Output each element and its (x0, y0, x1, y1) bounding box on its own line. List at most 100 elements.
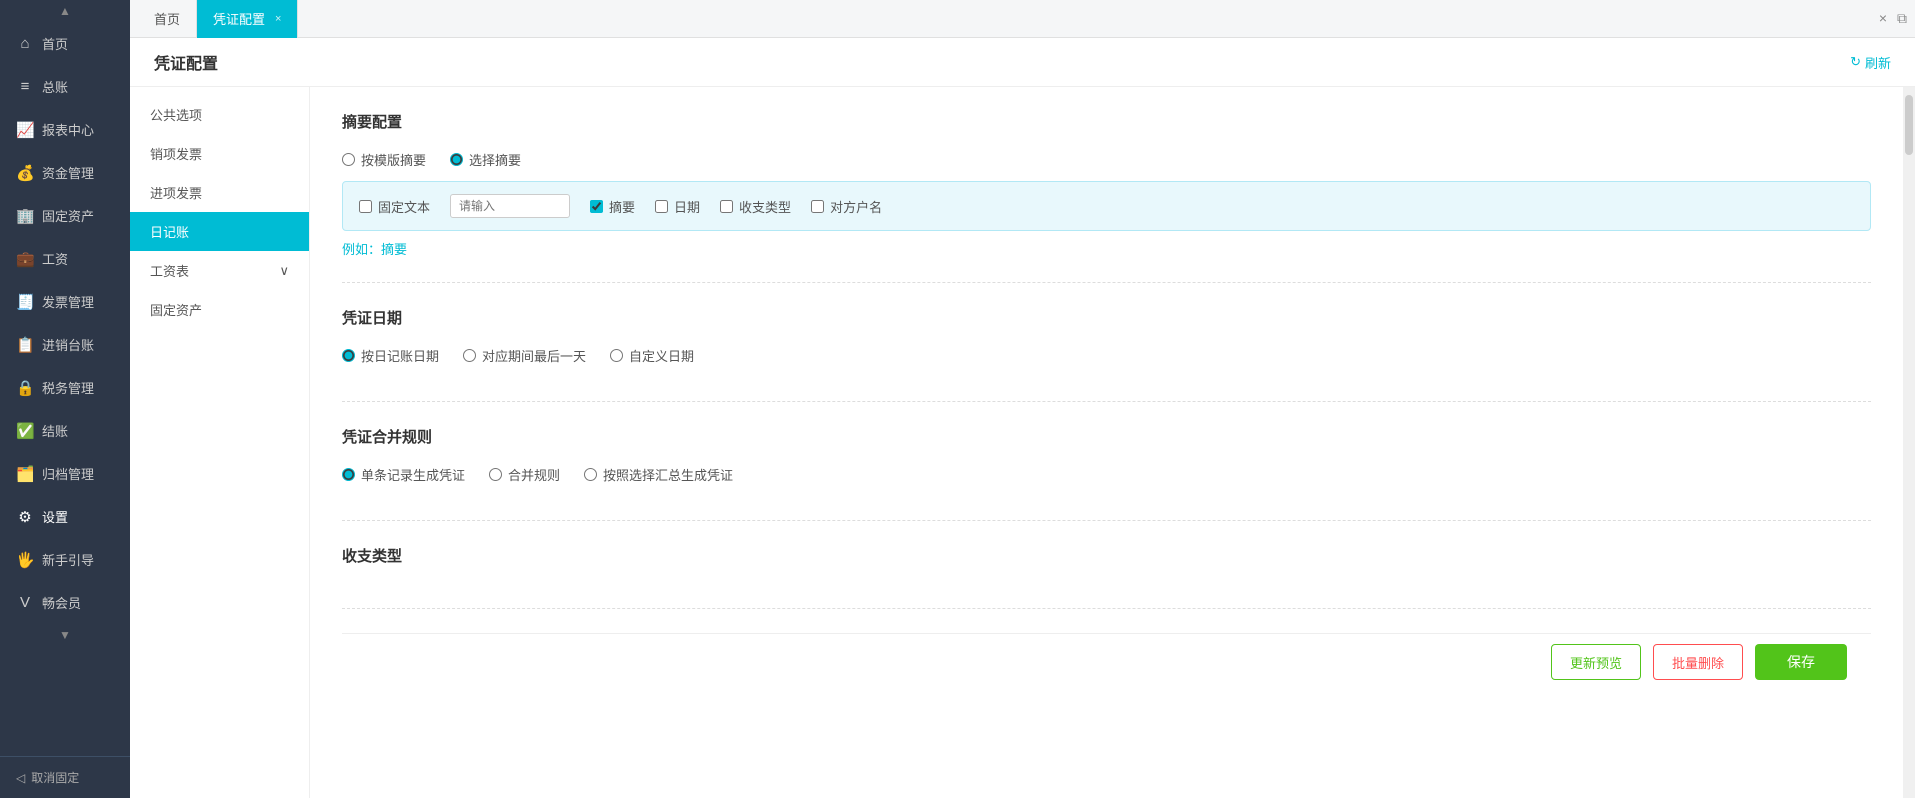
tabbar: 首页 凭证配置 × × ⧉ (130, 0, 1915, 38)
left-nav-item-journal[interactable]: 日记账 (130, 212, 309, 251)
sidebar-item-vip[interactable]: V 畅会员 (0, 581, 130, 624)
sidebar-item-settle[interactable]: ✅ 结账 (0, 409, 130, 452)
voucher-merge-radio-group: 单条记录生成凭证 合并规则 按照选择汇总生成凭证 (342, 465, 1871, 484)
left-nav-item-payroll-table[interactable]: 工资表 ∨ (130, 251, 309, 290)
fixed-text-checkbox[interactable] (359, 200, 372, 213)
tab-close-icon[interactable]: × (275, 13, 281, 25)
date-checkbox[interactable] (655, 200, 668, 213)
left-nav-item-sales-label: 销项发票 (150, 144, 202, 163)
income-type-checkbox[interactable] (720, 200, 733, 213)
sidebar-item-archive[interactable]: 🗂️ 归档管理 (0, 452, 130, 495)
voucher-date-section: 凭证日期 按日记账日期 对应期间最后一天 自定义日期 (342, 307, 1871, 402)
by-journal-date-label: 按日记账日期 (361, 346, 439, 365)
sidebar-item-label: 工资 (42, 249, 68, 268)
by-journal-date-option[interactable]: 按日记账日期 (342, 346, 439, 365)
sidebar-item-payroll[interactable]: 💼 工资 (0, 237, 130, 280)
sidebar-item-label: 报表中心 (42, 120, 94, 139)
sidebar-item-tax[interactable]: 🔒 税务管理 (0, 366, 130, 409)
sidebar-item-settings[interactable]: ⚙ 设置 (0, 495, 130, 538)
sidebar-item-guide[interactable]: 🖐 新手引导 (0, 538, 130, 581)
last-day-radio[interactable] (463, 349, 476, 362)
select-summary-label: 选择摘要 (469, 150, 521, 169)
settings-icon: ⚙ (16, 508, 34, 526)
sidebar-item-label: 归档管理 (42, 464, 94, 483)
summary-label: 摘要 (609, 197, 635, 216)
sidebar-item-label: 发票管理 (42, 292, 94, 311)
pin-icon: ◁ (16, 771, 25, 785)
window-close-icon[interactable]: × (1879, 10, 1887, 27)
ledger-icon: ≡ (16, 78, 34, 95)
select-merge-radio[interactable] (584, 468, 597, 481)
window-controls: × ⧉ (1879, 10, 1907, 27)
reports-icon: 📈 (16, 121, 34, 139)
refresh-button[interactable]: ↻ 刷新 (1850, 53, 1891, 72)
window-restore-icon[interactable]: ⧉ (1897, 10, 1907, 27)
left-nav-item-sales-invoice[interactable]: 销项发票 (130, 134, 309, 173)
fixed-text-option[interactable]: 固定文本 (359, 197, 430, 216)
left-nav-item-purchase-invoice[interactable]: 进项发票 (130, 173, 309, 212)
left-nav-item-purchase-label: 进项发票 (150, 183, 202, 202)
fixed-text-input[interactable] (450, 194, 570, 218)
sidebar-item-label: 资金管理 (42, 163, 94, 182)
sidebar-item-home[interactable]: ⌂ 首页 (0, 22, 130, 65)
invoice-icon: 🧾 (16, 293, 34, 311)
sidebar-scroll-down[interactable]: ▼ (0, 624, 130, 646)
update-preview-button[interactable]: 更新预览 (1551, 644, 1641, 680)
date-option[interactable]: 日期 (655, 197, 700, 216)
voucher-merge-title: 凭证合并规则 (342, 426, 1871, 447)
sidebar-item-label: 设置 (42, 507, 68, 526)
select-summary-option[interactable]: 选择摘要 (450, 150, 521, 169)
refresh-icon: ↻ (1850, 54, 1861, 70)
sidebar-item-reports[interactable]: 📈 报表中心 (0, 108, 130, 151)
last-day-option[interactable]: 对应期间最后一天 (463, 346, 586, 365)
tab-voucher-config[interactable]: 凭证配置 × (197, 0, 298, 38)
left-nav: 公共选项 销项发票 进项发票 日记账 工资表 ∨ 固定资产 (130, 87, 310, 798)
cancel-pin-button[interactable]: ◁ 取消固定 (0, 756, 130, 798)
voucher-merge-section: 凭证合并规则 单条记录生成凭证 合并规则 按照选择汇总生成凭证 (342, 426, 1871, 521)
summary-checkbox[interactable] (590, 200, 603, 213)
income-type-option[interactable]: 收支类型 (720, 197, 791, 216)
funds-icon: 💰 (16, 164, 34, 182)
counterpart-name-option[interactable]: 对方户名 (811, 197, 882, 216)
by-journal-date-radio[interactable] (342, 349, 355, 362)
template-summary-option[interactable]: 按模版摘要 (342, 150, 426, 169)
example-text: 例如：摘要 (342, 239, 1871, 258)
tab-home[interactable]: 首页 (138, 0, 197, 38)
custom-date-option[interactable]: 自定义日期 (610, 346, 694, 365)
bottom-toolbar: 更新预览 批量删除 保存 (342, 633, 1871, 690)
save-button[interactable]: 保存 (1755, 644, 1847, 680)
purchase-sales-icon: 📋 (16, 336, 34, 354)
sidebar-item-funds[interactable]: 💰 资金管理 (0, 151, 130, 194)
sidebar-item-purchase-sales[interactable]: 📋 进销台账 (0, 323, 130, 366)
summary-config-title: 摘要配置 (342, 111, 1871, 132)
select-merge-option[interactable]: 按照选择汇总生成凭证 (584, 465, 733, 484)
expand-icon: ∨ (279, 263, 289, 279)
cancel-pin-label: 取消固定 (31, 769, 79, 786)
template-summary-label: 按模版摘要 (361, 150, 426, 169)
sidebar-item-invoice[interactable]: 🧾 发票管理 (0, 280, 130, 323)
single-record-option[interactable]: 单条记录生成凭证 (342, 465, 465, 484)
batch-delete-button[interactable]: 批量删除 (1653, 644, 1743, 680)
single-record-radio[interactable] (342, 468, 355, 481)
summary-radio-group: 按模版摘要 选择摘要 (342, 150, 1871, 169)
sidebar-item-label: 首页 (42, 34, 68, 53)
page-header: 凭证配置 ↻ 刷新 (130, 38, 1915, 87)
summary-option[interactable]: 摘要 (590, 197, 635, 216)
select-summary-radio[interactable] (450, 153, 463, 166)
custom-date-radio[interactable] (610, 349, 623, 362)
left-nav-item-payroll-label: 工资表 (150, 261, 189, 280)
settle-icon: ✅ (16, 422, 34, 440)
vip-icon: V (16, 594, 34, 611)
sidebar-scroll-up[interactable]: ▲ (0, 0, 130, 22)
page-scrollbar[interactable] (1903, 87, 1915, 798)
sidebar-item-ledger[interactable]: ≡ 总账 (0, 65, 130, 108)
template-summary-radio[interactable] (342, 153, 355, 166)
left-nav-item-journal-label: 日记账 (150, 222, 189, 241)
income-type-label: 收支类型 (739, 197, 791, 216)
left-nav-item-fixed-asset[interactable]: 固定资产 (130, 290, 309, 329)
merge-rule-radio[interactable] (489, 468, 502, 481)
left-nav-item-public[interactable]: 公共选项 (130, 95, 309, 134)
sidebar-item-fixed-assets[interactable]: 🏢 固定资产 (0, 194, 130, 237)
counterpart-name-checkbox[interactable] (811, 200, 824, 213)
merge-rule-option[interactable]: 合并规则 (489, 465, 560, 484)
